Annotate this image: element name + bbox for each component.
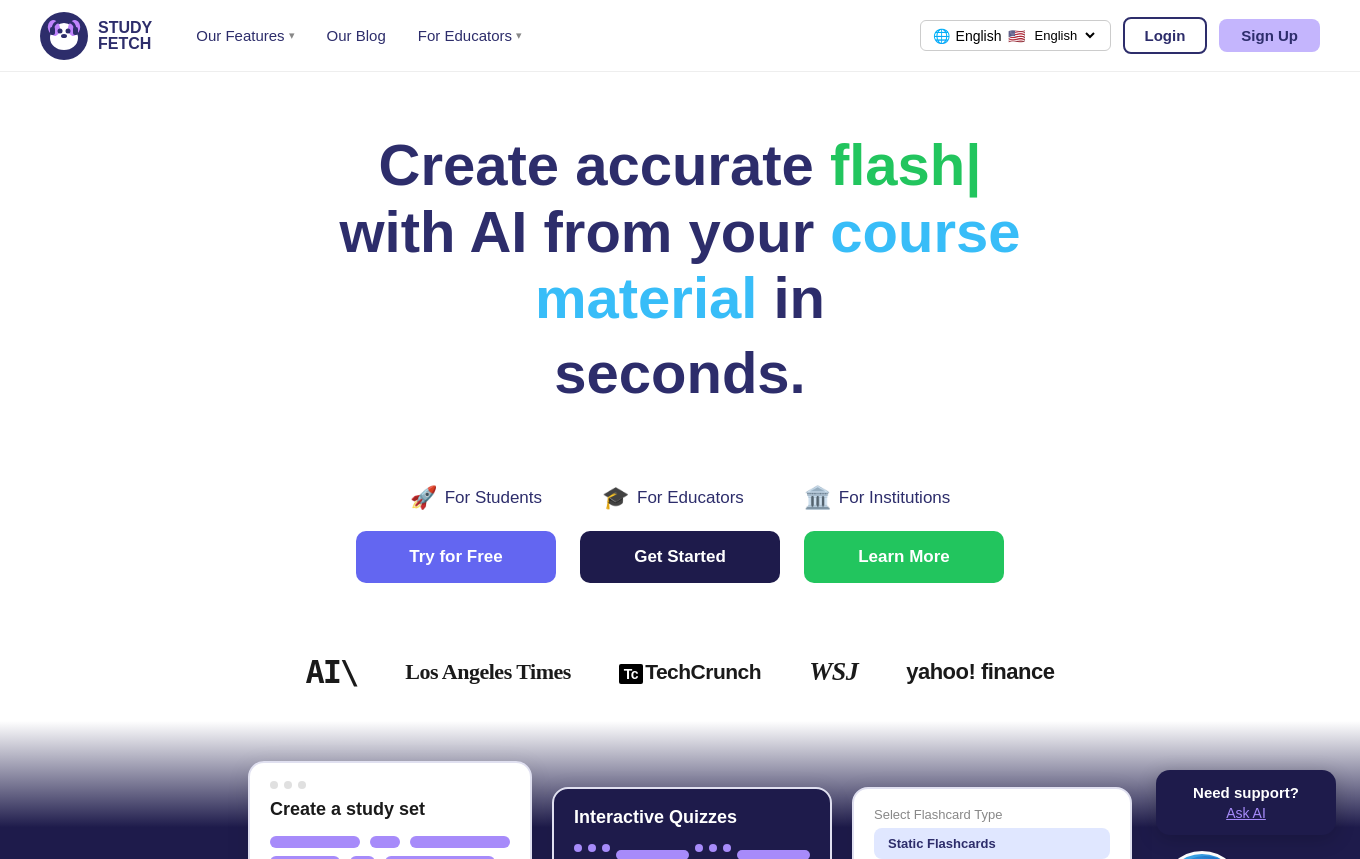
svg-rect-9 <box>73 27 78 35</box>
quiz-dot-5 <box>709 844 717 852</box>
svg-rect-8 <box>50 27 55 35</box>
study-set-title: Create a study set <box>270 799 510 820</box>
building-icon: 🏛️ <box>804 485 831 511</box>
static-flashcard-option[interactable]: Static Flashcards <box>874 828 1110 859</box>
support-title: Need support? <box>1176 784 1316 801</box>
tab-institutions[interactable]: 🏛️ For Institutions <box>804 485 951 511</box>
tab-institutions-label: For Institutions <box>839 488 951 508</box>
get-started-button[interactable]: Get Started <box>580 531 780 583</box>
nav-links: Our Features ▾ Our Blog For Educators ▾ <box>184 19 534 52</box>
quiz-bars <box>574 844 810 859</box>
quiz-card: Interactive Quizzes <box>552 787 832 859</box>
learn-more-button[interactable]: Learn More <box>804 531 1004 583</box>
globe-icon: 🌐 <box>933 28 950 44</box>
nav-features[interactable]: Our Features ▾ <box>184 19 306 52</box>
signup-button[interactable]: Sign Up <box>1219 19 1320 52</box>
ask-ai-link[interactable]: Ask AI <box>1176 805 1316 821</box>
nav-left: STUDY FETCH Our Features ▾ Our Blog For … <box>40 12 534 60</box>
language-selector[interactable]: 🌐 English 🇺🇸 English Spanish French <box>920 20 1111 51</box>
yahoo-logo: yahoo! finance <box>906 659 1054 685</box>
quiz-dot-1 <box>574 844 582 852</box>
globe-sphere <box>1162 851 1242 859</box>
mascot-svg <box>108 807 228 859</box>
svg-point-6 <box>66 28 71 33</box>
techcrunch-logo: TcTechCrunch <box>619 660 761 684</box>
dot-3 <box>298 781 306 789</box>
tab-students[interactable]: 🚀 For Students <box>410 485 542 511</box>
rocket-icon: 🚀 <box>410 485 437 511</box>
quiz-dots-row-1 <box>574 844 810 859</box>
try-free-button[interactable]: Try for Free <box>356 531 556 583</box>
dot-1 <box>270 781 278 789</box>
flag-icon: 🇺🇸 <box>1008 28 1025 44</box>
line-1 <box>270 836 360 848</box>
navbar: STUDY FETCH Our Features ▾ Our Blog For … <box>0 0 1360 72</box>
study-set-card: Create a study set ⬆ Drag and Drop Your … <box>248 761 532 859</box>
nav-right: 🌐 English 🇺🇸 English Spanish French Logi… <box>920 17 1320 54</box>
hero-heading-1: Create accurate flash| <box>270 132 1090 199</box>
line-row-1 <box>270 836 510 848</box>
chevron-down-icon-2: ▾ <box>516 29 522 42</box>
nav-blog[interactable]: Our Blog <box>315 19 398 52</box>
tab-educators-label: For Educators <box>637 488 744 508</box>
quiz-dot-2 <box>588 844 596 852</box>
lang-dropdown[interactable]: English Spanish French <box>1031 27 1098 44</box>
hero-heading-3: seconds. <box>270 340 1090 407</box>
nav-educators[interactable]: For Educators ▾ <box>406 19 534 52</box>
line-3 <box>410 836 510 848</box>
wsj-logo: WSJ <box>809 657 858 687</box>
tab-educators[interactable]: 🎓 For Educators <box>602 485 744 511</box>
logo-text: STUDY FETCH <box>98 20 152 52</box>
quiz-bar-2 <box>737 850 810 859</box>
quiz-dot-4 <box>695 844 703 852</box>
svg-point-7 <box>61 34 67 38</box>
card-dots <box>270 781 510 789</box>
flashcard-label: Select Flashcard Type <box>874 807 1110 822</box>
login-button[interactable]: Login <box>1123 17 1208 54</box>
dot-2 <box>284 781 292 789</box>
quiz-title: Interactive Quizzes <box>574 807 810 828</box>
support-widget: Need support? Ask AI <box>1156 770 1336 835</box>
globe-svg <box>1165 854 1245 859</box>
quiz-bar-1 <box>616 850 689 859</box>
svg-point-5 <box>58 28 63 33</box>
tab-students-label: For Students <box>445 488 542 508</box>
audience-tabs: 🚀 For Students 🎓 For Educators 🏛️ For In… <box>0 485 1360 511</box>
chevron-down-icon: ▾ <box>289 29 295 42</box>
logo-icon <box>40 12 88 60</box>
quiz-dot-3 <box>602 844 610 852</box>
hero-heading-2: with AI from your course material in <box>270 199 1090 332</box>
press-logos: AI\ Los Angeles Times TcTechCrunch WSJ y… <box>0 623 1360 721</box>
lat-logo: Los Angeles Times <box>405 659 571 685</box>
logo[interactable]: STUDY FETCH <box>40 12 152 60</box>
anthropic-logo: AI\ <box>306 653 358 691</box>
quiz-dot-6 <box>723 844 731 852</box>
flashcard-card: Select Flashcard Type Static Flashcards … <box>852 787 1132 859</box>
cta-row: Try for Free Get Started Learn More <box>0 531 1360 583</box>
line-2 <box>370 836 400 848</box>
mascot <box>108 807 228 859</box>
hero-section: Create accurate flash| with AI from your… <box>230 72 1130 455</box>
graduation-icon: 🎓 <box>602 485 629 511</box>
